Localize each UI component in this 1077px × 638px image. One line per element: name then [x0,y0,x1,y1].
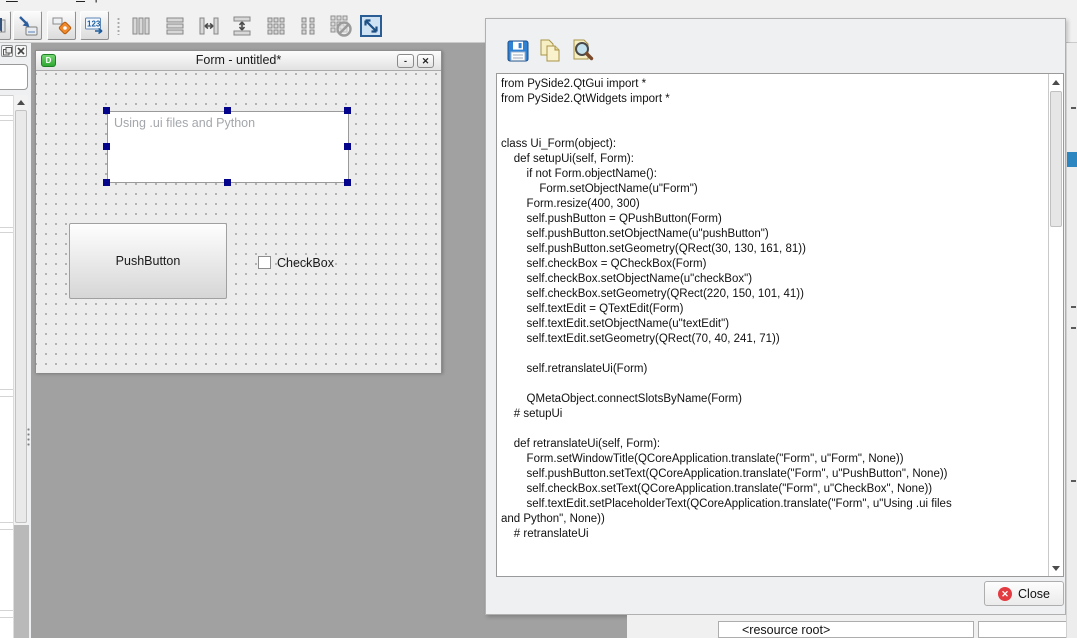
scrollbar-up-arrow-icon[interactable] [1049,76,1063,88]
float-panel-button[interactable] [1,45,13,57]
form-close-button[interactable]: ✕ [417,54,434,68]
find-icon [569,38,595,64]
widget-category-edge [0,389,13,390]
scrollbar-up-arrow-icon[interactable] [14,95,28,109]
lay-out-in-grid-icon [265,15,287,37]
lay-out-in-form-layout-icon [298,15,320,37]
code-scrollbar[interactable] [1048,74,1063,576]
menu-window[interactable]: Window [6,0,50,3]
widget-category-edge [0,227,13,228]
textedit-widget[interactable]: Using .ui files and Python [107,111,349,183]
svg-text:123: 123 [87,19,101,28]
widget-category-edge [0,232,13,233]
break-layout-icon [329,14,353,38]
selection-handle[interactable] [103,143,110,150]
form-window-titlebar[interactable]: D Form - untitled* - ✕ [36,51,441,71]
lay-out-grid-button[interactable] [261,11,291,41]
widget-box-panel [0,43,31,638]
resource-preview-box [978,621,1077,638]
lay-out-vertically-button[interactable] [160,11,190,41]
widget-box-scrollbar[interactable] [13,95,28,638]
widget-category-edge [0,115,13,116]
resource-browser-panel: <resource root> [627,615,1077,638]
lay-out-vertically-in-splitter-icon [231,15,253,37]
code-preview-dialog: from PySide2.QtGui import * from PySide2… [485,18,1066,615]
selection-handle[interactable] [103,179,110,186]
copy-icon [537,38,563,64]
close-panel-icon [17,47,25,55]
pushbutton-widget[interactable]: PushButton [69,223,227,299]
edit-buddies-icon [51,15,73,37]
widget-category-edge [0,120,13,121]
menu-help[interactable]: Help [76,0,102,3]
copy-code-button[interactable] [536,37,564,65]
selection-handle[interactable] [224,179,231,186]
widget-filter-input[interactable] [0,65,27,89]
adjust-size-icon [359,14,383,38]
edit-signals-slots-icon [17,15,39,37]
widget-filter-field[interactable] [0,64,28,90]
find-in-code-button[interactable] [568,37,596,65]
scrollbar-down-arrow-icon[interactable] [1049,562,1063,574]
adjust-size-button[interactable] [356,11,386,41]
widget-category-edge [0,396,13,397]
selection-handle[interactable] [224,107,231,114]
edit-widgets-icon [0,16,7,36]
lay-out-form-layout-button[interactable] [294,11,324,41]
save-icon [506,39,530,63]
widget-box-list[interactable] [0,95,13,638]
float-panel-icon [3,47,12,56]
scrollbar-thumb[interactable] [1050,91,1062,227]
form-window-title: Form - untitled* [36,53,441,67]
lay-out-horizontally-splitter-button[interactable] [194,11,224,41]
tree-branch-mark [1071,480,1076,482]
red-cross-circle-icon: ✕ [998,587,1012,601]
edit-widgets-button-clipped[interactable] [0,11,11,40]
close-panel-button[interactable] [15,45,27,57]
toolbar-separator [117,17,120,35]
edit-buddies-button[interactable] [47,11,76,40]
widget-category-edge [0,522,13,523]
save-code-button[interactable] [504,37,532,65]
textedit-placeholder: Using .ui files and Python [114,116,255,130]
resource-root-item[interactable]: <resource root> [718,621,974,638]
selection-handle[interactable] [344,143,351,150]
form-minimize-button[interactable]: - [397,54,414,68]
edit-tab-order-button[interactable]: 123 [80,11,109,40]
edit-signals-slots-button[interactable] [13,11,42,40]
checkbox-widget[interactable]: CheckBox [258,255,334,270]
selection-handle[interactable] [344,107,351,114]
selection-handle[interactable] [103,107,110,114]
selection-handle[interactable] [344,179,351,186]
scrollbar-thumb[interactable] [15,110,27,523]
lay-out-horizontally-icon [130,15,152,37]
selected-row-sliver[interactable] [1067,152,1077,167]
generated-code: from PySide2.QtGui import * from PySide2… [501,77,1045,542]
right-dock-edge [1066,43,1077,638]
close-button-label: Close [1018,587,1050,601]
widget-category-edge [0,610,13,611]
tree-branch-mark [1071,327,1076,329]
lay-out-horizontally-button[interactable] [126,11,156,41]
checkbox-label: CheckBox [277,256,334,270]
edit-tab-order-icon: 123 [84,15,106,37]
widget-category-edge [0,617,13,618]
checkbox-box[interactable] [258,256,271,269]
form-designer-window: D Form - untitled* - ✕ PushButton CheckB… [35,50,442,373]
lay-out-horizontally-in-splitter-icon [198,15,220,37]
dock-splitter-handle[interactable] [27,427,30,447]
lay-out-vertically-splitter-button[interactable] [227,11,257,41]
close-dialog-button[interactable]: ✕ Close [984,581,1064,606]
code-text-area[interactable]: from PySide2.QtGui import * from PySide2… [496,73,1064,577]
widget-category-edge [0,529,13,530]
scrollbar-groove[interactable] [14,525,29,638]
tree-branch-mark [1071,306,1076,308]
tree-branch-mark [1071,107,1076,109]
break-layout-button[interactable] [326,11,356,41]
lay-out-vertically-icon [164,15,186,37]
